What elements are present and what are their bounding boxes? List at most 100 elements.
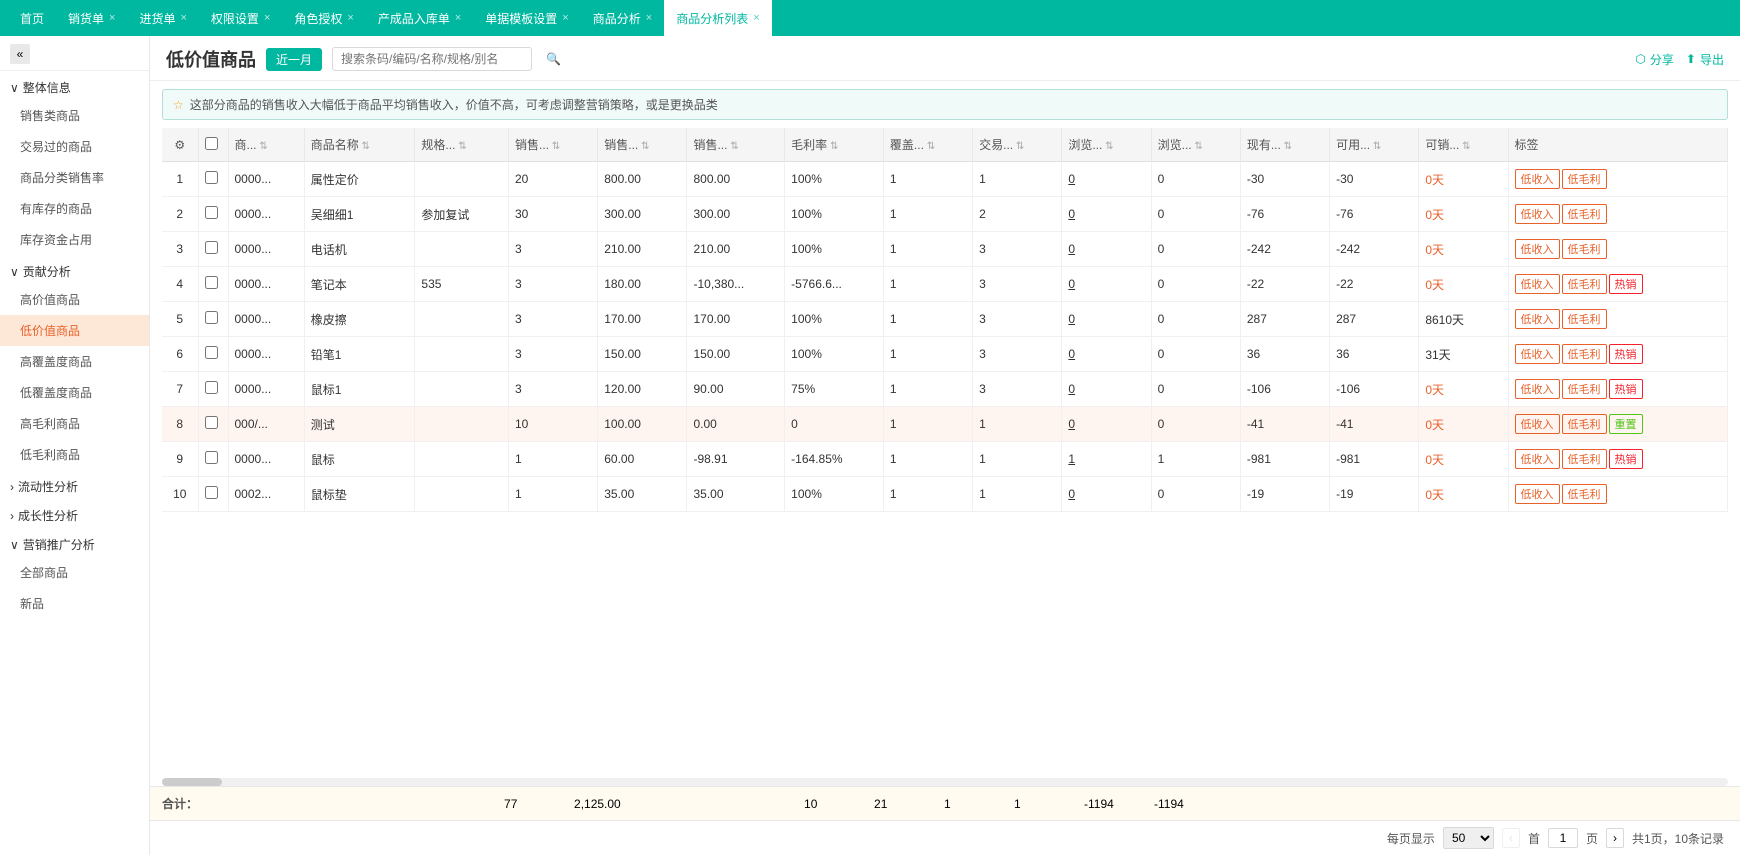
row-checkbox[interactable] — [198, 337, 228, 372]
view1-value[interactable]: 0 — [1068, 487, 1075, 501]
nav-home[interactable]: 首页 — [8, 0, 56, 36]
search-icon[interactable]: 🔍 — [546, 52, 561, 66]
sidebar-group-growth[interactable]: › 成长性分析 — [0, 499, 149, 528]
export-button[interactable]: ⬆ 导出 — [1686, 51, 1724, 68]
row-checkbox[interactable] — [198, 267, 228, 302]
row-select-checkbox[interactable] — [205, 171, 218, 184]
row-view1[interactable]: 0 — [1062, 372, 1151, 407]
sidebar-item-category-sales-rate[interactable]: 商品分类销售率 — [0, 162, 149, 193]
col-name[interactable]: 商品名称 ⇅ — [304, 128, 415, 162]
sidebar-item-high-value[interactable]: 高价值商品 — [0, 284, 149, 315]
close-icon[interactable]: × — [180, 12, 186, 24]
nav-finished-goods[interactable]: 产成品入库单 × — [366, 0, 473, 36]
view1-value[interactable]: 0 — [1068, 312, 1075, 326]
col-view2[interactable]: 浏览... ⇅ — [1151, 128, 1240, 162]
row-view1[interactable]: 0 — [1062, 337, 1151, 372]
row-select-checkbox[interactable] — [205, 416, 218, 429]
close-icon[interactable]: × — [347, 12, 353, 24]
view1-value[interactable]: 0 — [1068, 382, 1075, 396]
row-select-checkbox[interactable] — [205, 276, 218, 289]
row-select-checkbox[interactable] — [205, 486, 218, 499]
col-code[interactable]: 商... ⇅ — [228, 128, 304, 162]
sidebar-group-liquidity[interactable]: › 流动性分析 — [0, 470, 149, 499]
row-view1[interactable]: 0 — [1062, 302, 1151, 337]
nav-sales-order[interactable]: 销货单 × — [56, 0, 127, 36]
close-icon[interactable]: × — [264, 12, 270, 24]
row-select-checkbox[interactable] — [205, 381, 218, 394]
sidebar-item-low-value[interactable]: 低价值商品 — [0, 315, 149, 346]
row-select-checkbox[interactable] — [205, 311, 218, 324]
col-stock2[interactable]: 可用... ⇅ — [1330, 128, 1419, 162]
row-checkbox[interactable] — [198, 477, 228, 512]
col-margin[interactable]: 毛利率 ⇅ — [785, 128, 884, 162]
view1-value[interactable]: 0 — [1068, 242, 1075, 256]
page-input[interactable] — [1548, 828, 1578, 848]
sidebar-item-all-products[interactable]: 全部商品 — [0, 557, 149, 588]
col-sales2[interactable]: 销售... ⇅ — [598, 128, 687, 162]
sidebar-group-marketing[interactable]: ∨ 营销推广分析 — [0, 528, 149, 557]
sidebar-item-new-products[interactable]: 新品 — [0, 588, 149, 619]
col-trade[interactable]: 交易... ⇅ — [973, 128, 1062, 162]
row-select-checkbox[interactable] — [205, 346, 218, 359]
row-view1[interactable]: 0 — [1062, 232, 1151, 267]
view1-value[interactable]: 0 — [1068, 172, 1075, 186]
horizontal-scrollbar[interactable] — [162, 778, 1728, 786]
sidebar-item-inventory-funds[interactable]: 库存资金占用 — [0, 224, 149, 255]
col-view1[interactable]: 浏览... ⇅ — [1062, 128, 1151, 162]
row-checkbox[interactable] — [198, 407, 228, 442]
row-select-checkbox[interactable] — [205, 206, 218, 219]
time-filter-button[interactable]: 近一月 — [266, 48, 322, 71]
row-checkbox[interactable] — [198, 372, 228, 407]
view1-value[interactable]: 0 — [1068, 207, 1075, 221]
select-all-checkbox[interactable] — [205, 137, 218, 150]
sidebar-group-contribution[interactable]: ∨ 贡献分析 — [0, 255, 149, 284]
nav-product-analysis[interactable]: 商品分析 × — [581, 0, 664, 36]
view1-value[interactable]: 0 — [1068, 347, 1075, 361]
sidebar-item-traded-products[interactable]: 交易过的商品 — [0, 131, 149, 162]
sidebar-collapse-btn[interactable]: « — [10, 44, 30, 64]
col-stock3[interactable]: 可销... ⇅ — [1419, 128, 1508, 162]
sidebar-item-low-margin[interactable]: 低毛利商品 — [0, 439, 149, 470]
col-cover[interactable]: 覆盖... ⇅ — [883, 128, 972, 162]
nav-permissions[interactable]: 权限设置 × — [199, 0, 282, 36]
col-stock1[interactable]: 现有... ⇅ — [1240, 128, 1329, 162]
row-checkbox[interactable] — [198, 162, 228, 197]
col-checkbox[interactable] — [198, 128, 228, 162]
col-settings[interactable]: ⚙ — [162, 128, 198, 162]
row-checkbox[interactable] — [198, 302, 228, 337]
sidebar-item-high-margin[interactable]: 高毛利商品 — [0, 408, 149, 439]
page-size-select[interactable]: 50 100 — [1443, 827, 1494, 849]
nav-purchase-order[interactable]: 进货单 × — [127, 0, 198, 36]
nav-template-settings[interactable]: 单据模板设置 × — [473, 0, 580, 36]
sidebar-item-low-coverage[interactable]: 低覆盖度商品 — [0, 377, 149, 408]
row-view1[interactable]: 0 — [1062, 407, 1151, 442]
nav-roles[interactable]: 角色授权 × — [282, 0, 365, 36]
col-spec[interactable]: 规格... ⇅ — [415, 128, 509, 162]
row-view1[interactable]: 1 — [1062, 442, 1151, 477]
sidebar-item-high-coverage[interactable]: 高覆盖度商品 — [0, 346, 149, 377]
prev-page-button[interactable]: ‹ — [1502, 828, 1520, 848]
search-input[interactable] — [332, 47, 532, 71]
share-button[interactable]: ⬡ 分享 — [1635, 51, 1674, 68]
close-icon[interactable]: × — [646, 12, 652, 24]
view1-value[interactable]: 0 — [1068, 417, 1075, 431]
row-view1[interactable]: 0 — [1062, 197, 1151, 232]
row-checkbox[interactable] — [198, 232, 228, 267]
nav-product-analysis-list[interactable]: 商品分析列表 × — [664, 0, 771, 36]
row-select-checkbox[interactable] — [205, 241, 218, 254]
next-page-button[interactable]: › — [1606, 828, 1624, 848]
scrollbar-thumb[interactable] — [162, 778, 222, 786]
close-icon[interactable]: × — [455, 12, 461, 24]
row-checkbox[interactable] — [198, 197, 228, 232]
row-select-checkbox[interactable] — [205, 451, 218, 464]
sidebar-item-stocked-products[interactable]: 有库存的商品 — [0, 193, 149, 224]
close-icon[interactable]: × — [753, 12, 759, 24]
row-checkbox[interactable] — [198, 442, 228, 477]
col-sales3[interactable]: 销售... ⇅ — [687, 128, 785, 162]
col-sales1[interactable]: 销售... ⇅ — [509, 128, 598, 162]
sidebar-item-sales-products[interactable]: 销售类商品 — [0, 100, 149, 131]
sidebar-group-overall[interactable]: ∨ 整体信息 — [0, 71, 149, 100]
close-icon[interactable]: × — [109, 12, 115, 24]
row-view1[interactable]: 0 — [1062, 162, 1151, 197]
row-view1[interactable]: 0 — [1062, 477, 1151, 512]
